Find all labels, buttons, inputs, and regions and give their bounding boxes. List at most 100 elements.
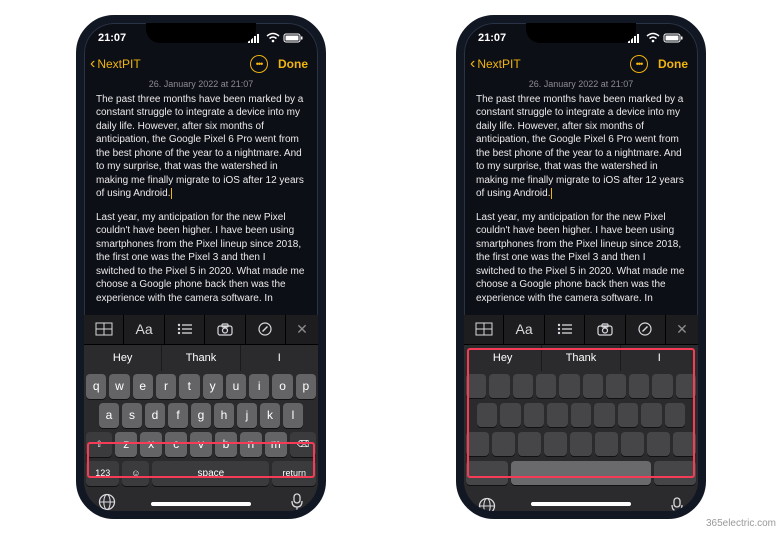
notch [146, 23, 256, 43]
format-table-button[interactable] [464, 315, 504, 344]
key-q[interactable]: q [86, 374, 106, 399]
suggestion-3[interactable]: I [241, 345, 318, 371]
return-key[interactable]: return [272, 461, 316, 486]
home-indicator[interactable] [151, 502, 251, 506]
key-n[interactable]: n [240, 432, 262, 457]
trackpad-key[interactable] [466, 432, 489, 456]
shift-key[interactable]: ⇧ [86, 432, 112, 457]
key-l[interactable]: l [283, 403, 303, 428]
key-t[interactable]: t [179, 374, 199, 399]
key-y[interactable]: y [203, 374, 223, 399]
trackpad-key[interactable] [466, 461, 508, 485]
suggestion-1[interactable]: Hey [464, 345, 542, 371]
key-g[interactable]: g [191, 403, 211, 428]
mic-icon[interactable] [290, 493, 304, 516]
key-e[interactable]: e [133, 374, 153, 399]
markup-icon[interactable] [626, 315, 666, 344]
suggestion-2[interactable]: Thank [162, 345, 240, 371]
key-f[interactable]: f [168, 403, 188, 428]
close-icon[interactable]: ✕ [666, 315, 698, 344]
camera-icon[interactable] [585, 315, 625, 344]
key-k[interactable]: k [260, 403, 280, 428]
key-w[interactable]: w [109, 374, 129, 399]
key-a[interactable]: a [99, 403, 119, 428]
globe-icon[interactable] [98, 493, 116, 516]
format-bar: Aa ✕ [464, 315, 698, 345]
note-p2: Last year, my anticipation for the new P… [476, 211, 686, 306]
trackpad-key[interactable] [559, 374, 579, 398]
key-r[interactable]: r [156, 374, 176, 399]
key-s[interactable]: s [122, 403, 142, 428]
key-j[interactable]: j [237, 403, 257, 428]
trackpad-key[interactable] [571, 403, 591, 427]
back-button[interactable]: ‹ NextPIT [470, 56, 521, 72]
trackpad-key[interactable] [570, 432, 593, 456]
back-button[interactable]: ‹ NextPIT [90, 56, 141, 72]
trackpad-key[interactable] [536, 374, 556, 398]
key-b[interactable]: b [215, 432, 237, 457]
trackpad-key[interactable] [652, 374, 672, 398]
trackpad-key[interactable] [665, 403, 685, 427]
key-m[interactable]: m [265, 432, 287, 457]
key-i[interactable]: i [249, 374, 269, 399]
trackpad-key[interactable] [466, 374, 486, 398]
trackpad-key[interactable] [492, 432, 515, 456]
trackpad-key[interactable] [606, 374, 626, 398]
space-key[interactable]: space [152, 461, 269, 486]
more-button[interactable]: ••• [630, 55, 648, 73]
trackpad-key[interactable] [673, 432, 696, 456]
format-table-button[interactable] [84, 315, 124, 344]
key-c[interactable]: c [165, 432, 187, 457]
trackpad-space[interactable] [511, 461, 651, 485]
trackpad-key[interactable] [489, 374, 509, 398]
trackpad-key[interactable] [513, 374, 533, 398]
trackpad-key[interactable] [594, 403, 614, 427]
trackpad-key[interactable] [547, 403, 567, 427]
close-icon[interactable]: ✕ [286, 315, 318, 344]
trackpad-key[interactable] [500, 403, 520, 427]
key-⌫[interactable]: ⌫ [290, 432, 316, 457]
home-indicator[interactable] [531, 502, 631, 506]
globe-icon[interactable] [478, 497, 496, 519]
trackpad-key[interactable] [524, 403, 544, 427]
trackpad-key[interactable] [654, 461, 696, 485]
trackpad-key[interactable] [595, 432, 618, 456]
camera-icon[interactable] [205, 315, 245, 344]
more-button[interactable]: ••• [250, 55, 268, 73]
trackpad-key[interactable] [629, 374, 649, 398]
format-list-button[interactable] [545, 315, 585, 344]
suggestion-2[interactable]: Thank [542, 345, 620, 371]
text-cursor [551, 188, 552, 199]
key-x[interactable]: x [140, 432, 162, 457]
format-text-button[interactable]: Aa [504, 315, 544, 344]
key-h[interactable]: h [214, 403, 234, 428]
trackpad-key[interactable] [618, 403, 638, 427]
key-o[interactable]: o [272, 374, 292, 399]
key-v[interactable]: v [190, 432, 212, 457]
format-list-button[interactable] [165, 315, 205, 344]
key-z[interactable]: z [115, 432, 137, 457]
chevron-left-icon: ‹ [90, 56, 95, 72]
key-u[interactable]: u [226, 374, 246, 399]
done-button[interactable]: Done [278, 57, 308, 71]
trackpad-key[interactable] [518, 432, 541, 456]
trackpad-key[interactable] [647, 432, 670, 456]
trackpad-key[interactable] [676, 374, 696, 398]
done-button[interactable]: Done [658, 57, 688, 71]
trackpad-key[interactable] [621, 432, 644, 456]
mic-icon[interactable] [670, 497, 684, 519]
key-p[interactable]: p [296, 374, 316, 399]
trackpad-key[interactable] [641, 403, 661, 427]
markup-icon[interactable] [246, 315, 286, 344]
numbers-key[interactable]: 123 [86, 461, 119, 486]
format-text-button[interactable]: Aa [124, 315, 164, 344]
emoji-key[interactable]: ☺ [122, 461, 149, 486]
key-d[interactable]: d [145, 403, 165, 428]
trackpad-key[interactable] [583, 374, 603, 398]
wifi-icon [646, 33, 660, 43]
suggestion-3[interactable]: I [621, 345, 698, 371]
trackpad-key[interactable] [544, 432, 567, 456]
suggestion-1[interactable]: Hey [84, 345, 162, 371]
trackpad-key[interactable] [477, 403, 497, 427]
note-date: 26. January 2022 at 21:07 [464, 79, 698, 89]
